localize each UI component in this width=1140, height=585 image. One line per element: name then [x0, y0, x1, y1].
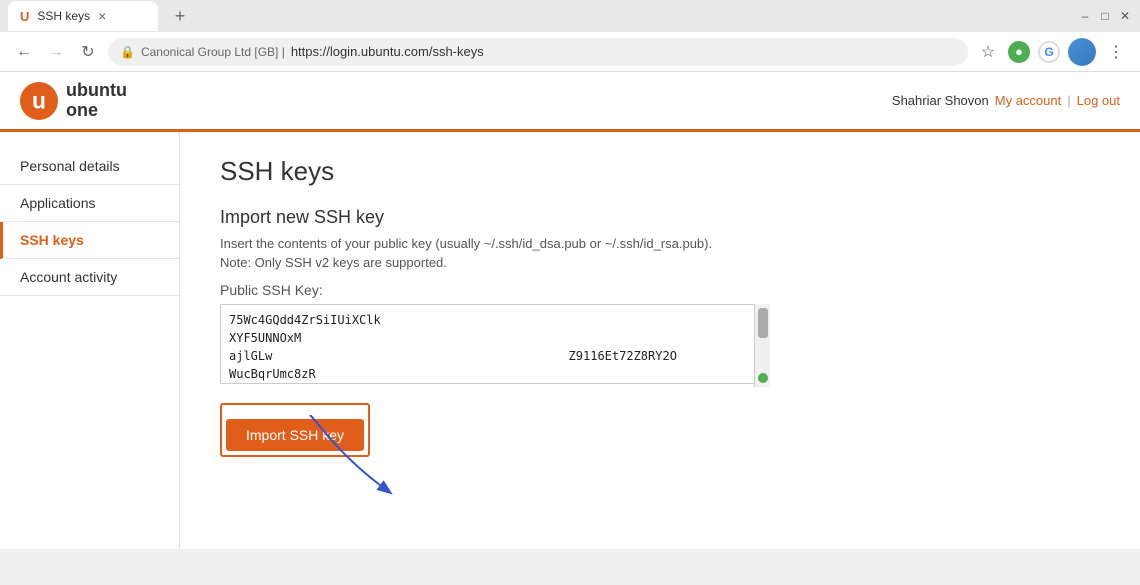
new-tab-button[interactable]: + — [166, 2, 194, 30]
username-text: Shahriar Shovon — [892, 93, 989, 108]
bookmark-icon[interactable]: ☆ — [976, 40, 1000, 64]
ssh-key-input[interactable]: 75Wc4GQdd4ZrSiIUiXClk XYF5UNNOxM ajlGLw … — [220, 304, 770, 384]
active-tab[interactable]: U SSH keys × — [8, 1, 158, 31]
url-bar[interactable]: 🔒 Canonical Group Ltd [GB] | https://log… — [108, 38, 968, 66]
sidebar-item-account-activity[interactable]: Account activity — [0, 259, 179, 296]
page-title: SSH keys — [220, 156, 1100, 187]
import-ssh-key-button[interactable]: Import SSH key — [226, 419, 364, 451]
tab-favicon: U — [20, 9, 29, 24]
import-section: Import SSH key — [220, 395, 370, 457]
ubuntu-logo[interactable]: u ubuntu one — [20, 81, 127, 121]
title-bar: U SSH keys × + – □ ✕ — [0, 0, 1140, 32]
site-header: u ubuntu one Shahriar Shovon My account … — [0, 72, 1140, 132]
url-text: https://login.ubuntu.com/ssh-keys — [291, 44, 484, 59]
tab-title: SSH keys — [37, 9, 90, 23]
pipe-separator: | — [1067, 93, 1070, 108]
sidebar-item-personal-details[interactable]: Personal details — [0, 148, 179, 185]
address-bar: ← → ↻ 🔒 Canonical Group Ltd [GB] | https… — [0, 32, 1140, 72]
header-user-info: Shahriar Shovon My account | Log out — [892, 93, 1120, 108]
minimize-button[interactable]: – — [1078, 9, 1092, 23]
browser-chrome: U SSH keys × + – □ ✕ ← → ↻ 🔒 Canonical G… — [0, 0, 1140, 72]
textarea-wrapper: 75Wc4GQdd4ZrSiIUiXClk XYF5UNNOxM ajlGLw … — [220, 304, 770, 387]
url-prefix: Canonical Group Ltd [GB] | — [141, 45, 285, 59]
extension-icon-g[interactable]: G — [1038, 41, 1060, 63]
main-layout: Personal details Applications SSH keys A… — [0, 132, 1140, 549]
sidebar: Personal details Applications SSH keys A… — [0, 132, 180, 549]
sidebar-item-ssh-keys[interactable]: SSH keys — [0, 222, 179, 259]
close-button[interactable]: ✕ — [1118, 9, 1132, 23]
content-area: SSH keys Import new SSH key Insert the c… — [180, 132, 1140, 549]
menu-icon[interactable]: ⋮ — [1104, 40, 1128, 64]
tab-close-button[interactable]: × — [98, 8, 106, 24]
svg-text:u: u — [32, 87, 46, 113]
window-controls: – □ ✕ — [1078, 9, 1132, 23]
forward-button[interactable]: → — [44, 40, 68, 64]
section-description: Insert the contents of your public key (… — [220, 236, 1100, 251]
refresh-button[interactable]: ↻ — [76, 40, 100, 64]
ubuntu-brand-text: ubuntu one — [66, 81, 127, 121]
sidebar-item-applications[interactable]: Applications — [0, 185, 179, 222]
toolbar-right: ☆ ● G ⋮ — [976, 38, 1128, 66]
field-label: Public SSH Key: — [220, 282, 1100, 298]
extension-icon-green[interactable]: ● — [1008, 41, 1030, 63]
one-word: one — [66, 101, 127, 121]
profile-avatar[interactable] — [1068, 38, 1096, 66]
my-account-link[interactable]: My account — [995, 93, 1061, 108]
page-content: u ubuntu one Shahriar Shovon My account … — [0, 72, 1140, 549]
logout-link[interactable]: Log out — [1077, 93, 1120, 108]
back-button[interactable]: ← — [12, 40, 36, 64]
section-note: Note: Only SSH v2 keys are supported. — [220, 255, 1100, 270]
ubuntu-u-icon: u — [20, 82, 58, 120]
import-button-highlight: Import SSH key — [220, 403, 370, 457]
lock-icon: 🔒 — [120, 45, 135, 59]
maximize-button[interactable]: □ — [1098, 9, 1112, 23]
section-title: Import new SSH key — [220, 207, 1100, 228]
ubuntu-word: ubuntu — [66, 81, 127, 101]
